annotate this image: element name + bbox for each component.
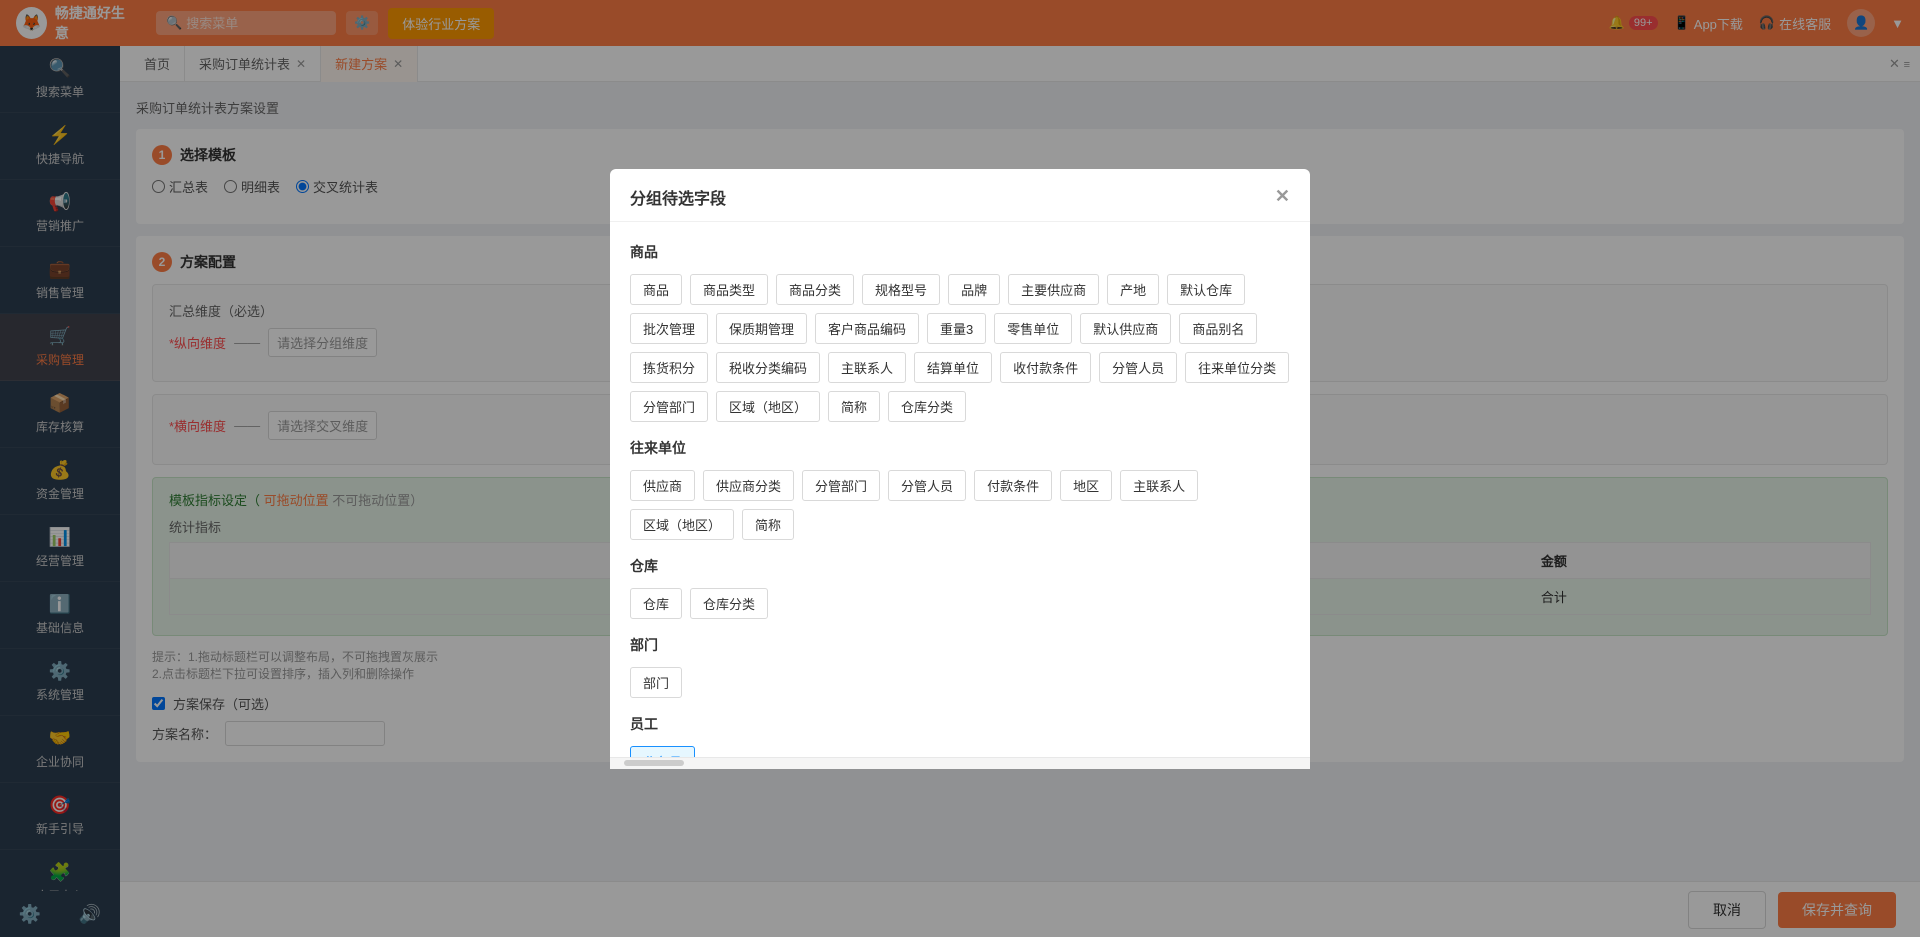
field-tag-customer-code[interactable]: 客户商品编码 xyxy=(815,313,919,344)
scrollbar-thumb xyxy=(624,760,684,766)
field-tag-salesperson[interactable]: 业务员 xyxy=(630,746,695,758)
field-tag-region[interactable]: 区域（地区） xyxy=(716,391,820,422)
field-tag-manage-dept[interactable]: 分管部门 xyxy=(802,470,880,501)
field-tags-warehouse: 仓库 仓库分类 xyxy=(630,588,1290,619)
field-tag-region2[interactable]: 区域（地区） xyxy=(630,509,734,540)
field-tag-warehouse-cat[interactable]: 仓库分类 xyxy=(690,588,768,619)
modal-title: 分组待选字段 xyxy=(630,185,726,209)
section-title-employee: 员工 xyxy=(630,714,1290,734)
field-tag-department[interactable]: 部门 xyxy=(630,667,682,698)
section-title-department: 部门 xyxy=(630,635,1290,655)
field-tag-warehouse-category[interactable]: 仓库分类 xyxy=(888,391,966,422)
field-tag-supplier-category[interactable]: 供应商分类 xyxy=(703,470,794,501)
field-tag-expiry-mgmt[interactable]: 保质期管理 xyxy=(716,313,807,344)
field-tags-partner: 供应商 供应商分类 分管部门 分管人员 付款条件 地区 主联系人 区域（地区） … xyxy=(630,470,1290,540)
field-tag-retail-unit[interactable]: 零售单位 xyxy=(994,313,1072,344)
field-tag-supplier[interactable]: 供应商 xyxy=(630,470,695,501)
field-tag-payment-terms[interactable]: 收付款条件 xyxy=(1000,352,1091,383)
field-tag-partner-category[interactable]: 往来单位分类 xyxy=(1185,352,1289,383)
field-tag-default-warehouse[interactable]: 默认仓库 xyxy=(1167,274,1245,305)
field-tag-origin[interactable]: 产地 xyxy=(1107,274,1159,305)
field-tag-manager[interactable]: 分管人员 xyxy=(1099,352,1177,383)
field-tags-department: 部门 xyxy=(630,667,1290,698)
field-tag-area[interactable]: 地区 xyxy=(1060,470,1112,501)
modal-header: 分组待选字段 ✕ xyxy=(610,169,1310,222)
field-tag-default-supplier[interactable]: 默认供应商 xyxy=(1080,313,1171,344)
field-tag-short-name[interactable]: 简称 xyxy=(828,391,880,422)
field-tag-warehouse[interactable]: 仓库 xyxy=(630,588,682,619)
section-title-goods: 商品 xyxy=(630,242,1290,262)
field-tag-weight3[interactable]: 重量3 xyxy=(927,313,986,344)
field-tag-main-contact[interactable]: 主联系人 xyxy=(828,352,906,383)
field-tag-payment-cond[interactable]: 付款条件 xyxy=(974,470,1052,501)
field-tags-employee: 业务员 xyxy=(630,746,1290,758)
field-tags-goods: 商品 商品类型 商品分类 规格型号 品牌 主要供应商 产地 默认仓库 批次管理 … xyxy=(630,274,1290,422)
field-tag-goods-alias[interactable]: 商品别名 xyxy=(1179,313,1257,344)
modal-close-button[interactable]: ✕ xyxy=(1275,186,1290,207)
modal: 分组待选字段 ✕ 商品 商品 商品类型 商品分类 规格型号 品牌 主要供应商 产… xyxy=(610,169,1310,769)
modal-horizontal-scrollbar[interactable] xyxy=(610,757,1310,768)
field-tag-tax-code[interactable]: 税收分类编码 xyxy=(716,352,820,383)
field-tag-goods[interactable]: 商品 xyxy=(630,274,682,305)
field-tag-brand[interactable]: 品牌 xyxy=(948,274,1000,305)
field-tag-spec-model[interactable]: 规格型号 xyxy=(862,274,940,305)
field-tag-batch-mgmt[interactable]: 批次管理 xyxy=(630,313,708,344)
section-title-partner: 往来单位 xyxy=(630,438,1290,458)
modal-overlay: 分组待选字段 ✕ 商品 商品 商品类型 商品分类 规格型号 品牌 主要供应商 产… xyxy=(0,0,1920,937)
field-tag-dept[interactable]: 分管部门 xyxy=(630,391,708,422)
field-tag-settlement-unit[interactable]: 结算单位 xyxy=(914,352,992,383)
field-tag-short-name2[interactable]: 简称 xyxy=(742,509,794,540)
field-tag-manage-person[interactable]: 分管人员 xyxy=(888,470,966,501)
field-tag-main-contact2[interactable]: 主联系人 xyxy=(1120,470,1198,501)
field-tag-goods-category[interactable]: 商品分类 xyxy=(776,274,854,305)
modal-body: 商品 商品 商品类型 商品分类 规格型号 品牌 主要供应商 产地 默认仓库 批次… xyxy=(610,222,1310,758)
section-title-warehouse: 仓库 xyxy=(630,556,1290,576)
field-tag-goods-type[interactable]: 商品类型 xyxy=(690,274,768,305)
field-tag-main-supplier[interactable]: 主要供应商 xyxy=(1008,274,1099,305)
field-tag-pick-score[interactable]: 拣货积分 xyxy=(630,352,708,383)
